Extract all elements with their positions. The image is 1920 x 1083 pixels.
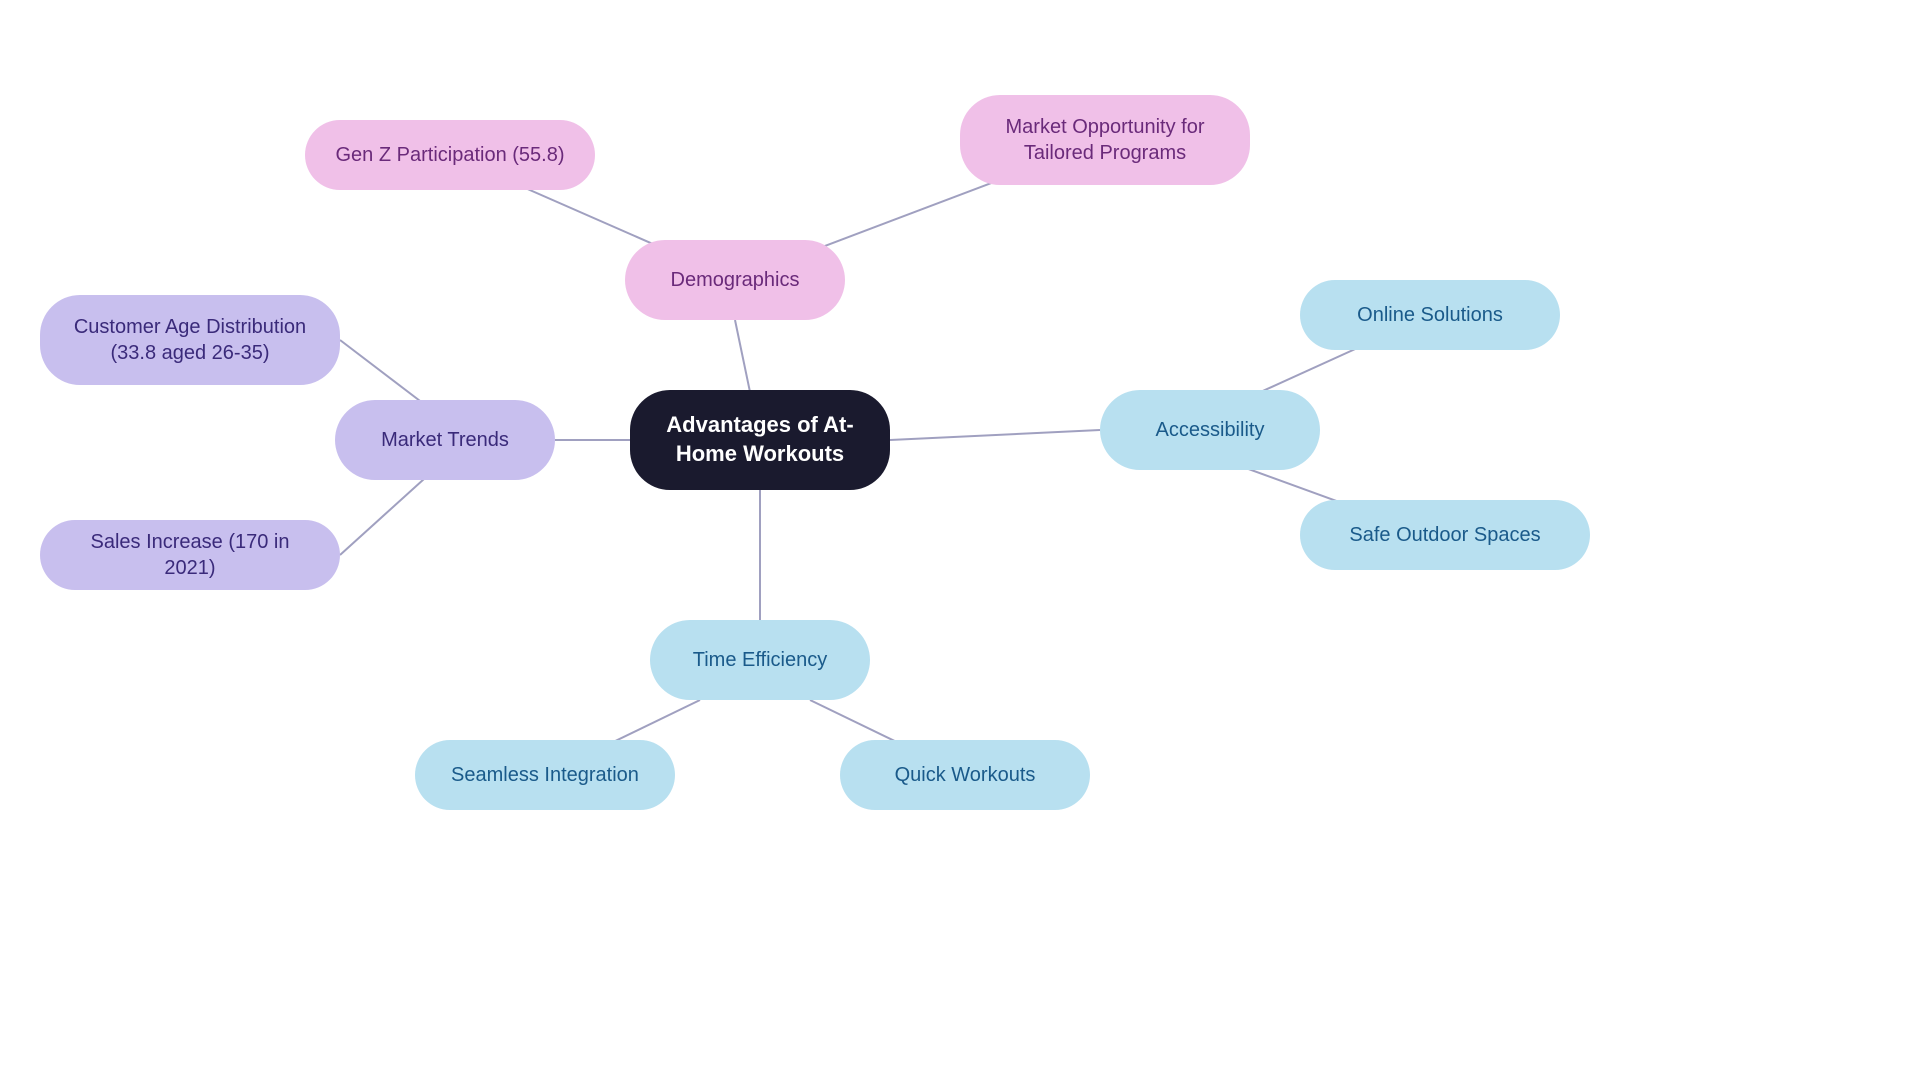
online-solutions-node: Online Solutions	[1300, 280, 1560, 350]
market-trends-node: Market Trends	[335, 400, 555, 480]
safe-outdoor-node: Safe Outdoor Spaces	[1300, 500, 1590, 570]
sales-increase-label: Sales Increase (170 in 2021)	[64, 529, 316, 581]
accessibility-label: Accessibility	[1156, 417, 1265, 443]
center-node: Advantages of At-Home Workouts	[630, 390, 890, 490]
quick-workouts-label: Quick Workouts	[895, 762, 1036, 788]
gen-z-label: Gen Z Participation (55.8)	[336, 142, 565, 168]
online-solutions-label: Online Solutions	[1357, 302, 1503, 328]
demographics-node: Demographics	[625, 240, 845, 320]
time-efficiency-label: Time Efficiency	[693, 647, 827, 673]
center-label: Advantages of At-Home Workouts	[654, 411, 866, 468]
time-efficiency-node: Time Efficiency	[650, 620, 870, 700]
market-opportunity-label: Market Opportunity for Tailored Programs	[984, 114, 1226, 166]
customer-age-node: Customer Age Distribution (33.8 aged 26-…	[40, 295, 340, 385]
safe-outdoor-label: Safe Outdoor Spaces	[1349, 522, 1540, 548]
seamless-integration-label: Seamless Integration	[451, 762, 639, 788]
market-opportunity-node: Market Opportunity for Tailored Programs	[960, 95, 1250, 185]
sales-increase-node: Sales Increase (170 in 2021)	[40, 520, 340, 590]
seamless-integration-node: Seamless Integration	[415, 740, 675, 810]
quick-workouts-node: Quick Workouts	[840, 740, 1090, 810]
market-trends-label: Market Trends	[381, 427, 509, 453]
gen-z-node: Gen Z Participation (55.8)	[305, 120, 595, 190]
accessibility-node: Accessibility	[1100, 390, 1320, 470]
demographics-label: Demographics	[671, 267, 800, 293]
customer-age-label: Customer Age Distribution (33.8 aged 26-…	[64, 314, 316, 366]
